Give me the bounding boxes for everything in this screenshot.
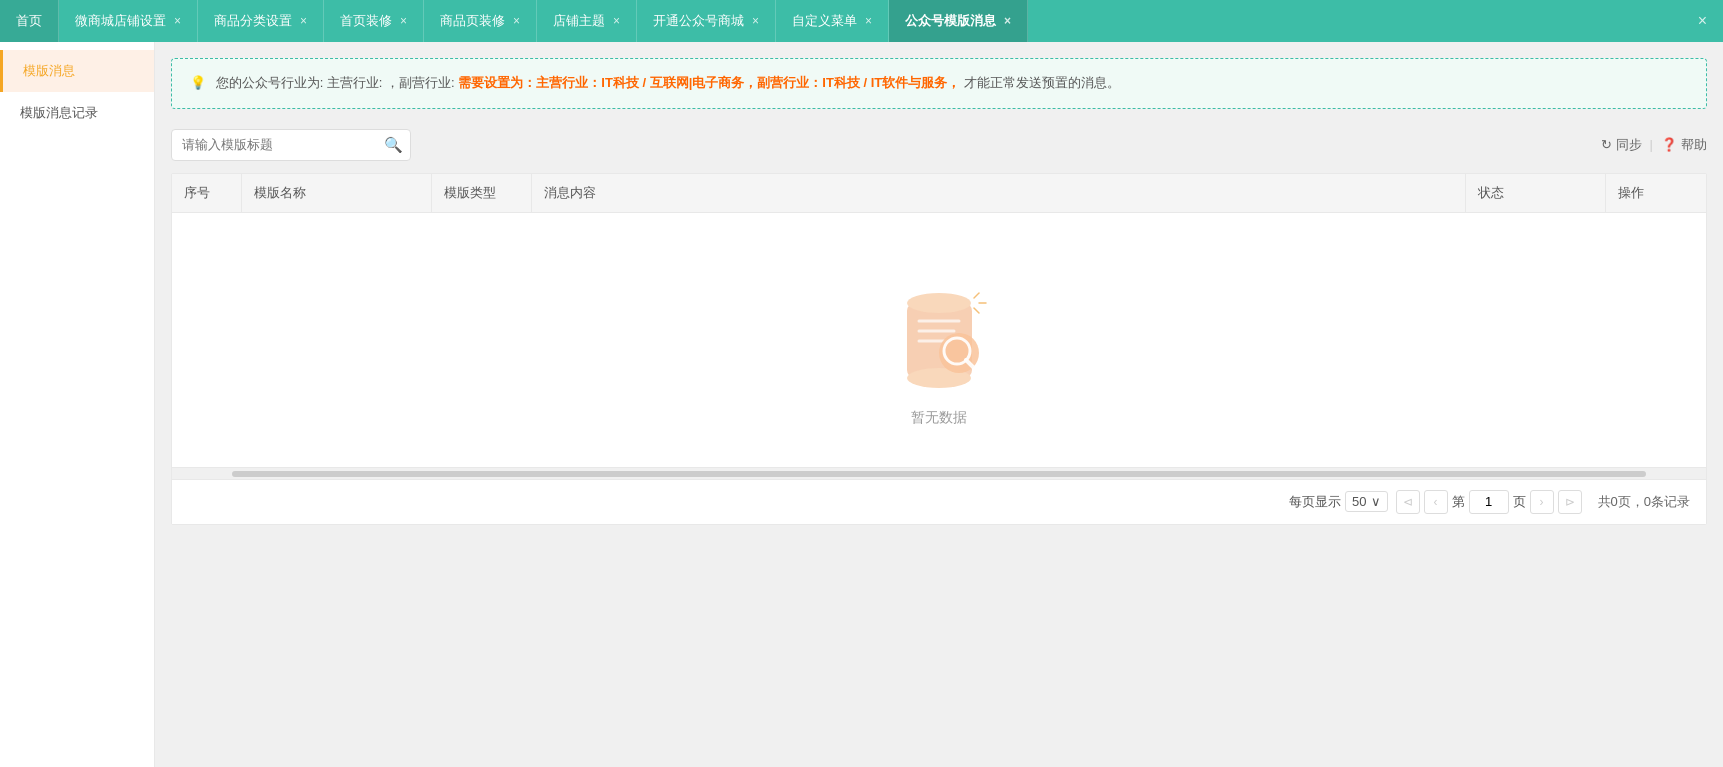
col-header-name: 模版名称: [242, 174, 432, 212]
last-page-button[interactable]: ⊳: [1558, 490, 1582, 514]
page-unit: 页: [1513, 493, 1526, 511]
per-page-value: 50: [1352, 494, 1366, 509]
scrollbar-track: [232, 471, 1646, 477]
tab-close-custom-menu[interactable]: ×: [865, 14, 872, 28]
pagination: 每页显示 50 ∨ ⊲ ‹ 第 页 › ⊳ 共0页，0条记录: [172, 479, 1706, 524]
col-header-action: 操作: [1606, 174, 1706, 212]
first-page-button[interactable]: ⊲: [1396, 490, 1420, 514]
tab-product-decor[interactable]: 商品页装修×: [424, 0, 537, 42]
empty-illustration: [879, 273, 999, 393]
tab-custom-menu[interactable]: 自定义菜单×: [776, 0, 889, 42]
sidebar: 模版消息模版消息记录: [0, 42, 155, 767]
search-input[interactable]: [171, 129, 411, 161]
tab-home-decor[interactable]: 首页装修×: [324, 0, 424, 42]
table-header: 序号 模版名称 模版类型 消息内容 状态 操作: [172, 174, 1706, 213]
col-header-seq: 序号: [172, 174, 242, 212]
notice-suffix: 才能正常发送预置的消息。: [964, 75, 1120, 90]
tab-close-shop-settings[interactable]: ×: [174, 14, 181, 28]
search-input-wrap: 🔍: [171, 129, 411, 161]
svg-point-2: [907, 293, 971, 313]
next-page-button[interactable]: ›: [1530, 490, 1554, 514]
tab-close-shop-theme[interactable]: ×: [613, 14, 620, 28]
help-button[interactable]: ❓ 帮助: [1661, 136, 1707, 154]
prev-page-button[interactable]: ‹: [1424, 490, 1448, 514]
dropdown-arrow-icon: ∨: [1371, 494, 1381, 509]
toolbar-right: ↻ 同步 | ❓ 帮助: [1601, 136, 1707, 154]
search-bar: 🔍 ↻ 同步 | ❓ 帮助: [171, 129, 1707, 161]
horizontal-scrollbar[interactable]: [172, 467, 1706, 479]
sidebar-item-template-msg[interactable]: 模版消息: [0, 50, 154, 92]
sidebar-item-template-msg-log[interactable]: 模版消息记录: [0, 92, 154, 134]
notice-prefix: 您的公众号行业为: 主营行业: ，副营行业:: [216, 75, 459, 90]
main-layout: 模版消息模版消息记录 💡 您的公众号行业为: 主营行业: ，副营行业: 需要设置…: [0, 42, 1723, 767]
notice-highlight: 需要设置为：主营行业：IT科技 / 互联网|电子商务，副营行业：IT科技 / I…: [458, 75, 960, 90]
sync-button[interactable]: ↻ 同步: [1601, 136, 1642, 154]
tab-home[interactable]: 首页: [0, 0, 59, 42]
tab-close-product-decor[interactable]: ×: [513, 14, 520, 28]
empty-state: 暂无数据: [172, 213, 1706, 467]
help-label: 帮助: [1681, 136, 1707, 154]
help-icon: ❓: [1661, 137, 1677, 152]
total-info: 共0页，0条记录: [1598, 493, 1690, 511]
empty-text: 暂无数据: [911, 409, 967, 427]
content-area: 💡 您的公众号行业为: 主营行业: ，副营行业: 需要设置为：主营行业：IT科技…: [155, 42, 1723, 767]
per-page-select: 每页显示 50 ∨: [1289, 491, 1387, 512]
tab-shop-settings[interactable]: 微商城店铺设置×: [59, 0, 198, 42]
tab-category-settings[interactable]: 商品分类设置×: [198, 0, 324, 42]
tab-shop-theme[interactable]: 店铺主题×: [537, 0, 637, 42]
tab-close-open-mall[interactable]: ×: [752, 14, 759, 28]
tab-close-category-settings[interactable]: ×: [300, 14, 307, 28]
per-page-dropdown[interactable]: 50 ∨: [1345, 491, 1387, 512]
search-button[interactable]: 🔍: [384, 136, 403, 154]
sync-icon: ↻: [1601, 137, 1612, 152]
col-header-type: 模版类型: [432, 174, 532, 212]
tab-bar: 首页微商城店铺设置×商品分类设置×首页装修×商品页装修×店铺主题×开通公众号商城…: [0, 0, 1723, 42]
close-all-button[interactable]: ×: [1682, 12, 1723, 30]
tab-open-mall[interactable]: 开通公众号商城×: [637, 0, 776, 42]
col-header-status: 状态: [1466, 174, 1606, 212]
svg-line-10: [974, 293, 979, 298]
notice-box: 💡 您的公众号行业为: 主营行业: ，副营行业: 需要设置为：主营行业：IT科技…: [171, 58, 1707, 109]
page-label: 第: [1452, 493, 1465, 511]
svg-line-12: [974, 308, 979, 313]
col-header-content: 消息内容: [532, 174, 1466, 212]
tab-close-home-decor[interactable]: ×: [400, 14, 407, 28]
page-navigation: ⊲ ‹ 第 页 › ⊳: [1396, 490, 1582, 514]
page-input[interactable]: [1469, 490, 1509, 514]
data-table: 序号 模版名称 模版类型 消息内容 状态 操作: [171, 173, 1707, 525]
notice-icon: 💡: [190, 75, 206, 90]
per-page-label: 每页显示: [1289, 493, 1341, 511]
sync-label: 同步: [1616, 136, 1642, 154]
tab-close-template-msg[interactable]: ×: [1004, 14, 1011, 28]
tab-template-msg[interactable]: 公众号模版消息×: [889, 0, 1028, 42]
toolbar-divider: |: [1650, 137, 1653, 152]
